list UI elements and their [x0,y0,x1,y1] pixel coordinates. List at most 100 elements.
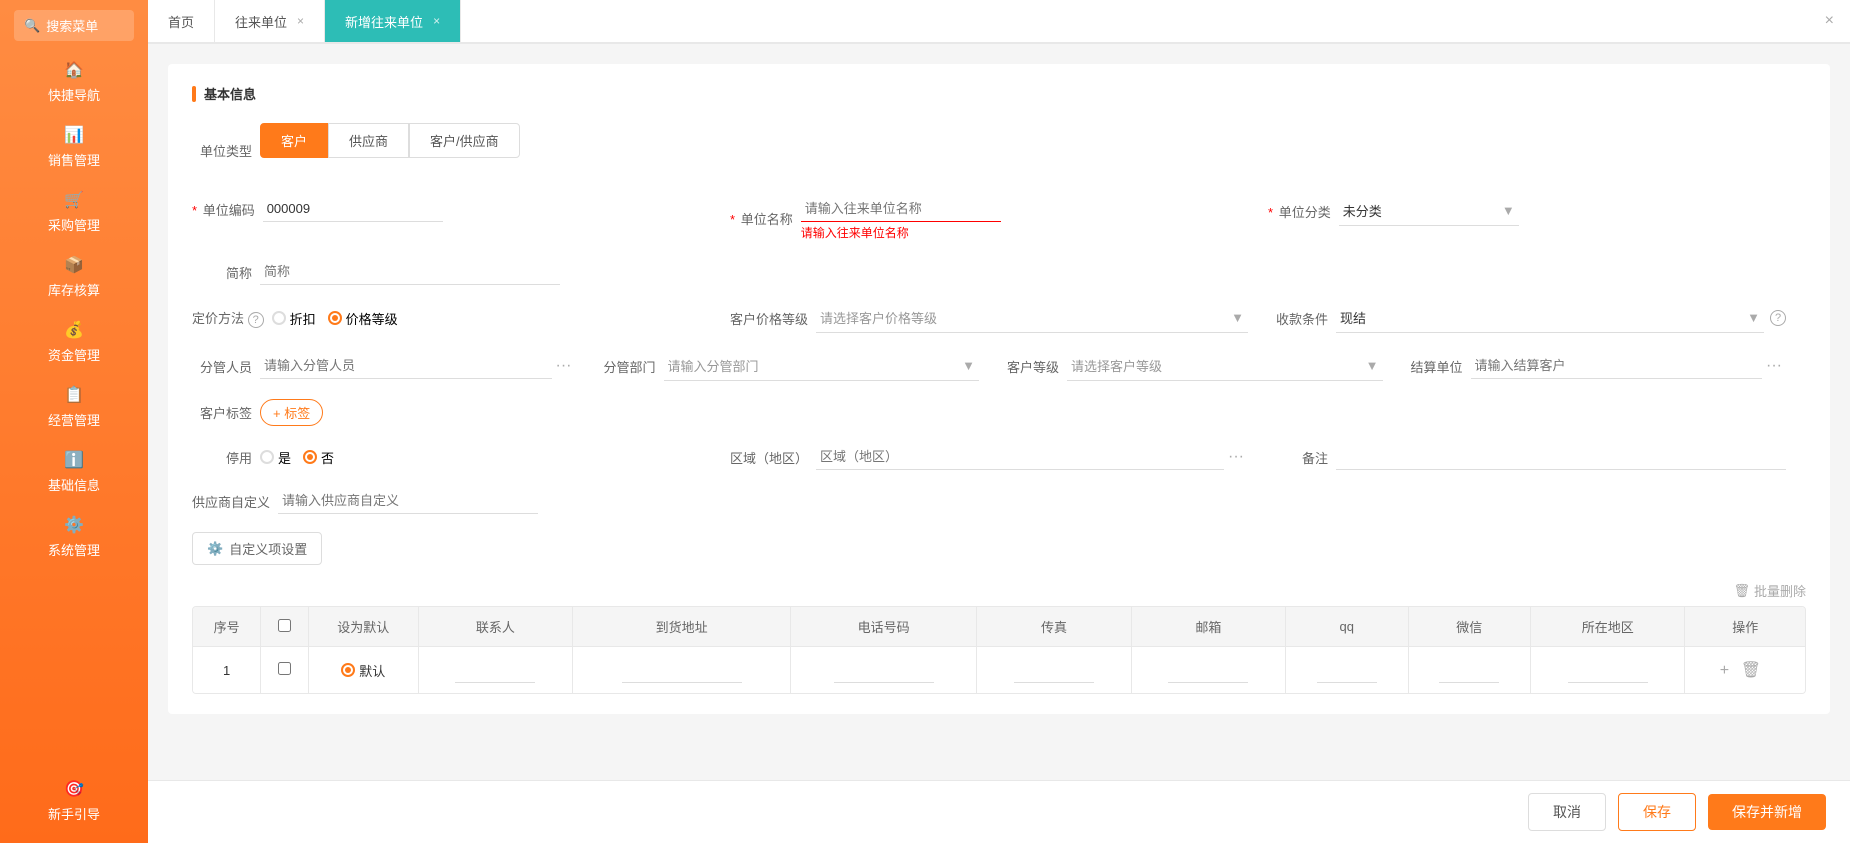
custom-settings-button[interactable]: ⚙️ 自定义项设置 [192,532,322,565]
phone-input[interactable] [834,657,934,683]
address-input[interactable] [622,657,742,683]
supplier-custom-input[interactable] [278,488,538,514]
unit-name-input[interactable] [801,196,1001,222]
save-and-new-button[interactable]: 保存并新增 [1708,794,1826,830]
customer-level-select[interactable]: 请选择客户等级 ▼ [1067,351,1383,381]
wechat-input[interactable] [1439,657,1499,683]
tab-home[interactable]: 首页 [148,0,215,42]
form-card: 基本信息 单位类型 客户 供应商 客户/供应商 * [168,64,1830,714]
col-checkbox[interactable] [261,607,309,647]
row-checkbox[interactable] [261,647,309,694]
unit-btn-customer[interactable]: 客户 [260,123,328,158]
row-region-input[interactable] [1568,657,1648,683]
row-qq[interactable] [1286,647,1409,694]
tab-contacts-close[interactable]: × [297,14,304,28]
sidebar-item-finance[interactable]: 💰 资金管理 [0,309,148,374]
unit-btn-supplier[interactable]: 供应商 [328,123,409,158]
disabled-yes-radio[interactable]: 是 [260,448,291,467]
sidebar-item-guide[interactable]: 🎯 新手引导 [0,768,148,833]
fax-input[interactable] [1014,657,1094,683]
basic-fields-row: * 单位编码 * 单位名称 请输入往来单位名称 [192,196,1806,241]
search-menu[interactable]: 🔍 搜索菜单 [14,10,134,41]
sidebar-item-basic-info[interactable]: ℹ️ 基础信息 [0,439,148,504]
settlement-input[interactable] [1471,353,1763,379]
required-star-name: * [730,212,735,227]
unit-name-label: * 单位名称 [730,209,793,228]
unit-code-input[interactable] [263,196,443,222]
batch-delete[interactable]: 🗑 批量删除 [192,581,1806,600]
customer-level-label: 客户等级 [999,357,1059,376]
pricing-radio-discount[interactable]: 折扣 [272,309,316,328]
dept-select[interactable]: 请输入分管部门 ▼ [664,351,980,381]
select-all-checkbox[interactable] [278,619,291,632]
col-wechat: 微信 [1408,607,1531,647]
sidebar-item-nav[interactable]: 🏠 快捷导航 [0,49,148,114]
manager-dots[interactable]: ··· [552,357,576,375]
unit-category-field: * 单位分类 未分类 ▼ [1268,196,1806,226]
row-address[interactable] [573,647,791,694]
add-tag-button[interactable]: + 标签 [260,399,323,426]
payment-terms-select[interactable]: 现结 ▼ [1336,303,1764,333]
unit-category-select[interactable]: 未分类 ▼ [1339,196,1519,226]
manager-input[interactable] [260,353,552,379]
contact-table: 序号 设为默认 联系人 到货地址 电话号码 传真 邮箱 qq 微信 所在地区 操… [192,606,1806,694]
content-area: 基本信息 单位类型 客户 供应商 客户/供应商 * [148,44,1850,780]
qq-input[interactable] [1317,657,1377,683]
settlement-field: 结算单位 ··· [1403,353,1807,379]
inventory-icon: 📦 [63,254,85,276]
pricing-radio-level[interactable]: 价格等级 [328,309,398,328]
payment-terms-field: 收款条件 现结 ▼ ? [1268,303,1806,333]
sidebar-item-management[interactable]: 📋 经营管理 [0,374,148,439]
tab-add-contact-close[interactable]: × [433,14,440,28]
payment-help-icon[interactable]: ? [1770,310,1786,326]
contact-input[interactable] [455,657,535,683]
help-icon[interactable]: ? [248,312,264,328]
unit-type-group: 客户 供应商 客户/供应商 [260,123,520,158]
main-area: 首页 往来单位 × 新增往来单位 × × 基本信息 单位类型 客户 [148,0,1850,843]
customer-tag-label: 客户标签 [192,403,252,422]
row-contact[interactable] [418,647,572,694]
remark-field: 备注 [1268,444,1806,470]
manager-field: 分管人员 ··· [192,353,596,379]
default-radio[interactable]: 默认 [317,661,410,680]
col-default: 设为默认 [308,607,418,647]
region-input[interactable] [816,444,1224,470]
sidebar-item-label: 基础信息 [48,475,100,494]
customer-price-placeholder: 请选择客户价格等级 [820,308,937,327]
sidebar-item-inventory[interactable]: 📦 库存核算 [0,244,148,309]
window-close-button[interactable]: × [1809,0,1850,42]
tab-add-contact[interactable]: 新增往来单位 × [325,0,461,42]
row-region[interactable] [1531,647,1685,694]
email-input[interactable] [1168,657,1248,683]
disabled-no-label: 否 [321,448,334,467]
disabled-no-radio[interactable]: 否 [303,448,334,467]
remark-input[interactable] [1336,444,1786,470]
delete-row-button[interactable]: 🗑 [1737,662,1765,679]
sidebar-item-system[interactable]: ⚙️ 系统管理 [0,504,148,569]
sidebar-item-sales[interactable]: 📊 销售管理 [0,114,148,179]
sidebar-item-label: 销售管理 [48,150,100,169]
manager-row: 分管人员 ··· 分管部门 请输入分管部门 ▼ 客户等级 请选择客户等级 ▼ [192,351,1806,381]
unit-type-row: 单位类型 客户 供应商 客户/供应商 [192,123,1806,178]
tab-contacts[interactable]: 往来单位 × [215,0,325,42]
discount-radio-circle [272,311,286,325]
payment-terms-value: 现结 [1340,308,1366,327]
sidebar: 🔍 搜索菜单 🏠 快捷导航 📊 销售管理 🛒 采购管理 📦 库存核算 💰 资金管… [0,0,148,843]
disabled-radio-group: 是 否 [260,448,334,467]
finance-icon: 💰 [63,319,85,341]
region-dots[interactable]: ··· [1224,448,1248,466]
short-name-input[interactable] [260,259,560,285]
row-checkbox-input[interactable] [278,662,291,675]
row-email[interactable] [1131,647,1285,694]
sidebar-item-purchase[interactable]: 🛒 采购管理 [0,179,148,244]
customer-price-select[interactable]: 请选择客户价格等级 ▼ [816,303,1248,333]
save-button[interactable]: 保存 [1618,793,1696,831]
settlement-dots[interactable]: ··· [1762,357,1786,375]
unit-btn-both[interactable]: 客户/供应商 [409,123,520,158]
cancel-button[interactable]: 取消 [1528,793,1606,831]
row-fax[interactable] [977,647,1131,694]
row-wechat[interactable] [1408,647,1531,694]
add-row-button[interactable]: + [1716,662,1733,679]
row-phone[interactable] [791,647,977,694]
pricing-radio-group: 折扣 价格等级 [272,309,398,328]
